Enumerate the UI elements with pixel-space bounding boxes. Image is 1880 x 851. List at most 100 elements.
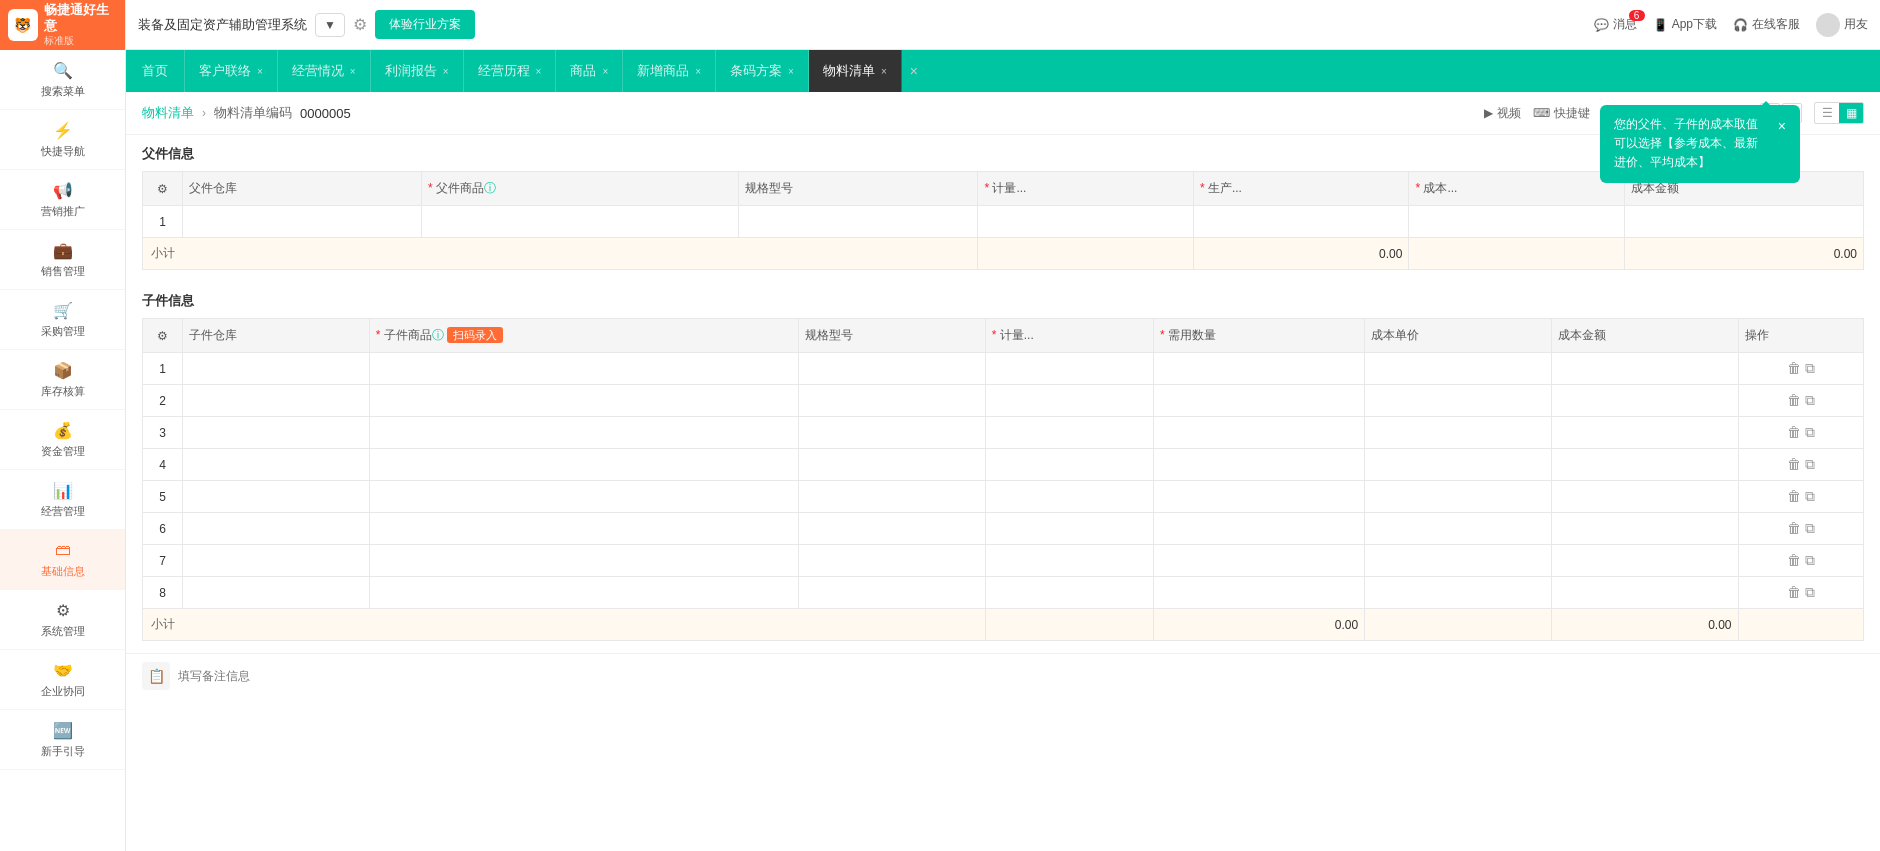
sidebar-item-finance[interactable]: 💰 资金管理: [0, 410, 125, 470]
sidebar-item-inventory[interactable]: 📦 库存核算: [0, 350, 125, 410]
child-row1-amount[interactable]: [1551, 353, 1738, 385]
copy-icon[interactable]: ⧉: [1805, 488, 1815, 505]
tab-home[interactable]: 首页: [126, 50, 185, 92]
tab-customer-close[interactable]: ×: [257, 66, 263, 77]
child-row1-num: 1: [143, 353, 183, 385]
tab-goods-close[interactable]: ×: [602, 66, 608, 77]
sidebar-item-purchase[interactable]: 🛒 采购管理: [0, 290, 125, 350]
child-row3-spec[interactable]: [799, 417, 986, 449]
tab-goods[interactable]: 商品 ×: [556, 50, 623, 92]
copy-icon[interactable]: ⧉: [1805, 584, 1815, 601]
sidebar-item-marketing[interactable]: 📢 营销推广: [0, 170, 125, 230]
tab-history[interactable]: 经营历程 ×: [464, 50, 557, 92]
tooltip-close-btn[interactable]: ×: [1778, 115, 1786, 137]
child-row2-amount[interactable]: [1551, 385, 1738, 417]
sidebar-item-corp[interactable]: 🤝 企业协同: [0, 650, 125, 710]
child-row1-unit[interactable]: [985, 353, 1153, 385]
child-col-settings[interactable]: ⚙: [143, 319, 183, 353]
tab-profit[interactable]: 利润报告 ×: [371, 50, 464, 92]
tab-barcode[interactable]: 条码方案 ×: [716, 50, 809, 92]
delete-icon[interactable]: 🗑: [1787, 520, 1801, 537]
sidebar-item-operations[interactable]: 📊 经营管理: [0, 470, 125, 530]
child-row3-goods[interactable]: [369, 417, 798, 449]
child-row1-goods[interactable]: [369, 353, 798, 385]
child-row1-unitcost[interactable]: [1365, 353, 1552, 385]
copy-icon[interactable]: ⧉: [1805, 424, 1815, 441]
child-row3-warehouse[interactable]: [183, 417, 370, 449]
sidebar-item-search[interactable]: 🔍 搜索菜单: [0, 50, 125, 110]
video-icon: ▶: [1484, 106, 1493, 120]
child-row1-spec[interactable]: [799, 353, 986, 385]
parent-col-settings[interactable]: ⚙: [143, 172, 183, 206]
tab-newgoods[interactable]: 新增商品 ×: [623, 50, 716, 92]
sidebar-item-system[interactable]: ⚙ 系统管理: [0, 590, 125, 650]
tab-barcode-close[interactable]: ×: [788, 66, 794, 77]
parent-row1-goods[interactable]: [421, 206, 738, 238]
copy-icon[interactable]: ⧉: [1805, 520, 1815, 537]
delete-icon[interactable]: 🗑: [1787, 552, 1801, 569]
delete-icon[interactable]: 🗑: [1787, 584, 1801, 601]
delete-icon[interactable]: 🗑: [1787, 392, 1801, 409]
tab-business-close[interactable]: ×: [350, 66, 356, 77]
list-view-btn[interactable]: ☰: [1815, 103, 1839, 123]
close-all-btn[interactable]: ×: [902, 63, 926, 79]
copy-icon[interactable]: ⧉: [1805, 552, 1815, 569]
app-download-btn[interactable]: 📱 App下载: [1653, 16, 1717, 33]
tab-newgoods-close[interactable]: ×: [695, 66, 701, 77]
tab-profit-close[interactable]: ×: [443, 66, 449, 77]
sidebar-item-operations-label: 经营管理: [41, 504, 85, 519]
parent-row1-unit[interactable]: [978, 206, 1194, 238]
child-row3-qty[interactable]: [1154, 417, 1365, 449]
parent-subtotal-amount: 0.00: [1624, 238, 1863, 270]
child-row2-goods[interactable]: [369, 385, 798, 417]
shortcut-btn[interactable]: ⌨ 快捷键: [1533, 105, 1590, 122]
copy-icon[interactable]: ⧉: [1805, 456, 1815, 473]
trial-button[interactable]: 体验行业方案: [375, 10, 475, 39]
delete-icon[interactable]: 🗑: [1787, 424, 1801, 441]
delete-icon[interactable]: 🗑: [1787, 456, 1801, 473]
sidebar-item-sales[interactable]: 💼 销售管理: [0, 230, 125, 290]
user-area[interactable]: 用友: [1816, 13, 1868, 37]
tab-business[interactable]: 经营情况 ×: [278, 50, 371, 92]
child-subtotal-label: 小计: [143, 609, 986, 641]
message-btn[interactable]: 💬 消息 6: [1594, 16, 1637, 33]
delete-icon[interactable]: 🗑: [1787, 360, 1801, 377]
child-row3-unitcost[interactable]: [1365, 417, 1552, 449]
child-row2-qty[interactable]: [1154, 385, 1365, 417]
breadcrumb-code-value: 0000005: [300, 106, 351, 121]
tab-history-close[interactable]: ×: [536, 66, 542, 77]
tab-newgoods-label: 新增商品: [637, 62, 689, 80]
view-video-btn[interactable]: ▶ 视频: [1484, 105, 1521, 122]
online-service-btn[interactable]: 🎧 在线客服: [1733, 16, 1800, 33]
tab-customer[interactable]: 客户联络 ×: [185, 50, 278, 92]
parent-row1-spec[interactable]: [739, 206, 978, 238]
remark-input[interactable]: [178, 669, 1864, 683]
copy-icon[interactable]: ⧉: [1805, 392, 1815, 409]
scan-btn[interactable]: 扫码录入: [447, 327, 503, 343]
topbar: 装备及固定资产辅助管理系统 ▼ ⚙ 体验行业方案 💬 消息 6 📱 App下载 …: [126, 0, 1880, 50]
settings-icon[interactable]: ⚙: [353, 15, 367, 34]
child-row1-warehouse[interactable]: [183, 353, 370, 385]
breadcrumb-sep: ›: [202, 106, 206, 120]
child-row2-unit[interactable]: [985, 385, 1153, 417]
child-row3-amount[interactable]: [1551, 417, 1738, 449]
sidebar-item-quicknav[interactable]: ⚡ 快捷导航: [0, 110, 125, 170]
sidebar-item-guide[interactable]: 🆕 新手引导: [0, 710, 125, 770]
parent-row1-cost[interactable]: [1409, 206, 1625, 238]
tab-bom[interactable]: 物料清单 ×: [809, 50, 902, 92]
delete-icon[interactable]: 🗑: [1787, 488, 1801, 505]
child-row1-qty[interactable]: [1154, 353, 1365, 385]
breadcrumb-bom[interactable]: 物料清单: [142, 104, 194, 122]
child-row2-unitcost[interactable]: [1365, 385, 1552, 417]
grid-view-btn[interactable]: ▦: [1839, 103, 1863, 123]
child-row3-unit[interactable]: [985, 417, 1153, 449]
child-row2-warehouse[interactable]: [183, 385, 370, 417]
child-row2-spec[interactable]: [799, 385, 986, 417]
parent-row1-production[interactable]: [1193, 206, 1409, 238]
system-dropdown[interactable]: ▼: [315, 13, 345, 37]
sidebar-item-basic[interactable]: 🗃 基础信息: [0, 530, 125, 590]
parent-row1-warehouse[interactable]: [183, 206, 422, 238]
tab-bom-close[interactable]: ×: [881, 66, 887, 77]
copy-icon[interactable]: ⧉: [1805, 360, 1815, 377]
parent-row1-amount[interactable]: [1624, 206, 1863, 238]
